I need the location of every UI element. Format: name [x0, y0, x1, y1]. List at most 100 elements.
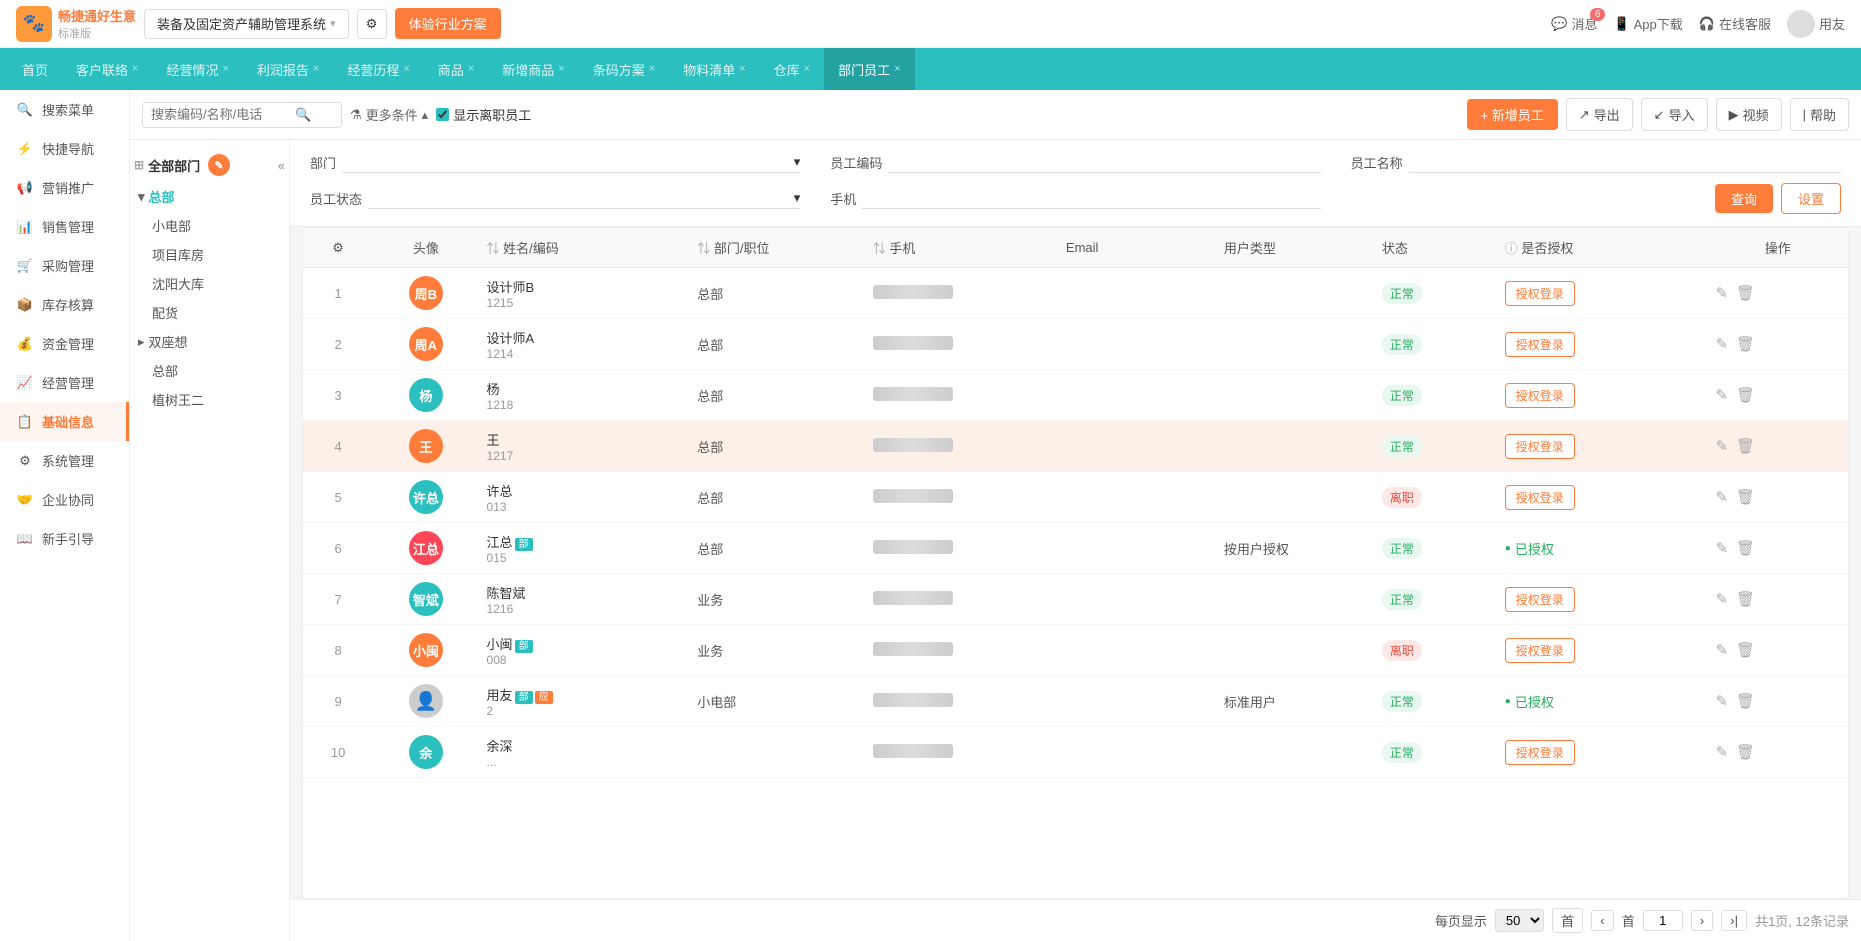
edit-icon[interactable]: ✎: [1715, 284, 1728, 302]
per-page-select[interactable]: 50: [1495, 909, 1544, 932]
user-menu[interactable]: 用友: [1787, 10, 1845, 38]
auth-button[interactable]: 授权登录: [1505, 281, 1575, 306]
edit-icon[interactable]: ✎: [1715, 488, 1728, 506]
gear-button[interactable]: ⚙: [357, 9, 387, 39]
close-icon[interactable]: ×: [132, 63, 138, 75]
more-conditions-button[interactable]: ⚗ 更多条件 ▴: [350, 105, 428, 124]
tab-operation[interactable]: 经营情况 ×: [152, 48, 242, 90]
delete-icon[interactable]: 🗑: [1736, 539, 1755, 557]
message-button[interactable]: 💬 消息 6: [1551, 14, 1597, 33]
close-icon[interactable]: ×: [894, 63, 900, 75]
last-page-button[interactable]: ›|: [1721, 910, 1747, 931]
delete-icon[interactable]: 🗑: [1736, 641, 1755, 659]
search-input[interactable]: [151, 107, 291, 122]
tab-employees[interactable]: 部门员工 ×: [824, 48, 914, 90]
sidebar-item-guide[interactable]: 📖 新手引导: [0, 519, 129, 558]
tab-history[interactable]: 经营历程 ×: [333, 48, 423, 90]
close-icon[interactable]: ×: [649, 63, 655, 75]
first-page-button[interactable]: 首: [1552, 908, 1583, 933]
tab-profit[interactable]: 利润报告 ×: [243, 48, 333, 90]
close-icon[interactable]: ×: [468, 63, 474, 75]
delete-icon[interactable]: 🗑: [1736, 335, 1755, 353]
sidebar-item-collab[interactable]: 🤝 企业协同: [0, 480, 129, 519]
video-button[interactable]: ▶ 视频: [1716, 98, 1782, 131]
auth-button[interactable]: 授权登录: [1505, 485, 1575, 510]
status-select[interactable]: ▾: [368, 188, 800, 209]
tab-new-goods[interactable]: 新增商品 ×: [488, 48, 578, 90]
emp-name-input[interactable]: [1409, 153, 1841, 173]
emp-code-input[interactable]: [888, 153, 1320, 173]
close-icon[interactable]: ×: [313, 63, 319, 75]
delete-icon[interactable]: 🗑: [1736, 284, 1755, 302]
system-title[interactable]: 装备及固定资产辅助管理系统 ▾: [144, 9, 349, 39]
import-button[interactable]: ↙ 导入: [1641, 98, 1708, 131]
tab-barcode[interactable]: 条码方案 ×: [579, 48, 669, 90]
delete-icon[interactable]: 🗑: [1736, 386, 1755, 404]
edit-icon[interactable]: ✎: [1715, 335, 1728, 353]
dept-tree-item-shenyang[interactable]: 沈阳大库: [130, 269, 289, 298]
dept-tree-item-zongbu2[interactable]: 总部: [130, 356, 289, 385]
delete-icon[interactable]: 🗑: [1736, 488, 1755, 506]
col-name-header[interactable]: ⇅ 姓名/编码: [479, 228, 690, 268]
dept-select[interactable]: ▾: [342, 152, 800, 173]
collapse-icon[interactable]: «: [278, 158, 285, 173]
tab-customer[interactable]: 客户联络 ×: [62, 48, 152, 90]
page-number-input[interactable]: [1643, 910, 1683, 931]
sidebar-item-marketing[interactable]: 📢 营销推广: [0, 168, 129, 207]
col-settings[interactable]: ⚙: [303, 228, 373, 268]
close-icon[interactable]: ×: [403, 63, 409, 75]
dept-tree-item-distribution[interactable]: 配货: [130, 298, 289, 327]
dept-tree-item-xiao-dian[interactable]: 小电部: [130, 211, 289, 240]
edit-icon[interactable]: ✎: [1715, 539, 1728, 557]
tab-goods[interactable]: 商品 ×: [424, 48, 488, 90]
sidebar-item-inventory[interactable]: 📦 库存核算: [0, 285, 129, 324]
app-download-button[interactable]: 📱 App下载: [1613, 14, 1682, 33]
edit-dept-icon[interactable]: ✎: [208, 154, 230, 176]
edit-icon[interactable]: ✎: [1715, 641, 1728, 659]
sidebar-item-search[interactable]: 🔍 搜索菜单: [0, 90, 129, 129]
auth-button[interactable]: 授权登录: [1505, 587, 1575, 612]
delete-icon[interactable]: 🗑: [1736, 692, 1755, 710]
online-service-button[interactable]: 🎧 在线客服: [1699, 14, 1771, 33]
col-dept-header[interactable]: ⇅ 部门/职位: [689, 228, 865, 268]
sidebar-item-finance[interactable]: 💰 资金管理: [0, 324, 129, 363]
dept-tree-item-zhishu[interactable]: 植树王二: [130, 385, 289, 414]
delete-icon[interactable]: 🗑: [1736, 743, 1755, 761]
help-button[interactable]: | 帮助: [1790, 98, 1849, 131]
sidebar-item-system[interactable]: ⚙ 系统管理: [0, 441, 129, 480]
edit-icon[interactable]: ✎: [1715, 692, 1728, 710]
auth-button[interactable]: 授权登录: [1505, 740, 1575, 765]
phone-input[interactable]: [862, 189, 1320, 209]
close-icon[interactable]: ×: [739, 63, 745, 75]
delete-icon[interactable]: 🗑: [1736, 437, 1755, 455]
show-resigned-toggle[interactable]: 显示离职员工: [436, 105, 531, 124]
auth-button[interactable]: 授权登录: [1505, 383, 1575, 408]
close-icon[interactable]: ×: [558, 63, 564, 75]
close-icon[interactable]: ×: [804, 63, 810, 75]
tab-warehouse[interactable]: 仓库 ×: [760, 48, 824, 90]
dept-tree-item-shuangzuo[interactable]: ▸ 双座想: [130, 327, 289, 356]
auth-button[interactable]: 授权登录: [1505, 434, 1575, 459]
edit-icon[interactable]: ✎: [1715, 743, 1728, 761]
sidebar-item-shortcuts[interactable]: ⚡ 快捷导航: [0, 129, 129, 168]
edit-icon[interactable]: ✎: [1715, 437, 1728, 455]
col-phone-header[interactable]: ⇅ 手机: [865, 228, 1058, 268]
delete-icon[interactable]: 🗑: [1736, 590, 1755, 608]
close-icon[interactable]: ×: [222, 63, 228, 75]
set-button[interactable]: 设置: [1781, 183, 1841, 214]
sidebar-item-purchase[interactable]: 🛒 采购管理: [0, 246, 129, 285]
info-icon[interactable]: ⓘ: [1505, 241, 1518, 256]
edit-icon[interactable]: ✎: [1715, 386, 1728, 404]
trial-button[interactable]: 体验行业方案: [395, 8, 501, 39]
tab-bom[interactable]: 物料清单 ×: [669, 48, 759, 90]
next-page-button[interactable]: ›: [1691, 910, 1713, 931]
auth-button[interactable]: 授权登录: [1505, 332, 1575, 357]
auth-button[interactable]: 授权登录: [1505, 638, 1575, 663]
dept-tree-item-zongbu-parent[interactable]: ▾ 总部: [130, 182, 289, 211]
sidebar-item-biz[interactable]: 📈 经营管理: [0, 363, 129, 402]
sidebar-item-sales[interactable]: 📊 销售管理: [0, 207, 129, 246]
add-employee-button[interactable]: + 新增员工: [1467, 99, 1558, 130]
tab-home[interactable]: 首页: [8, 48, 62, 90]
export-button[interactable]: ↗ 导出: [1566, 98, 1633, 131]
query-button[interactable]: 查询: [1715, 184, 1773, 213]
